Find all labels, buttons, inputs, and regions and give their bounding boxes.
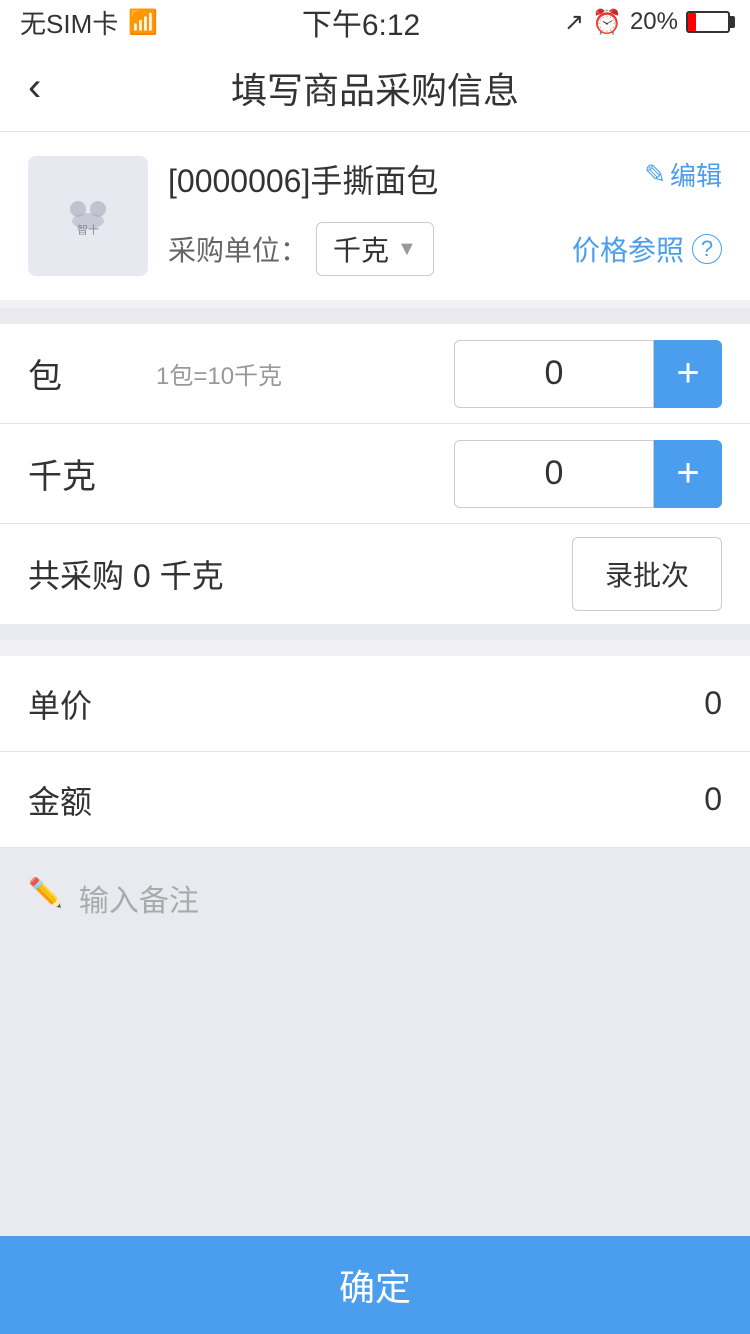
section-divider-2: [0, 624, 750, 640]
notes-placeholder: 输入备注: [79, 876, 199, 920]
summary-row: 共采购 0 千克 录批次: [0, 524, 750, 624]
kg-input-controls: +: [454, 440, 722, 508]
kg-input-row: 千克 +: [0, 424, 750, 524]
product-name: [0000006]手撕面包: [168, 156, 438, 202]
svg-text:智十: 智十: [77, 222, 99, 236]
unit-selector[interactable]: 千克 ▼: [316, 222, 434, 276]
section-divider-1: [0, 308, 750, 324]
price-section: 单价 0 金额 0: [0, 656, 750, 848]
status-left: 无SIM卡 📶: [20, 4, 158, 41]
bag-sublabel: 1包=10千克: [156, 356, 282, 391]
time-display: 下午6:12: [302, 0, 420, 44]
amount-label: 金额: [28, 777, 92, 823]
battery-percent: 20%: [630, 8, 678, 36]
bag-input-controls: +: [454, 340, 722, 408]
notes-section[interactable]: ✏️ 输入备注: [0, 848, 750, 1248]
edit-icon: ✎: [644, 159, 666, 190]
unit-price-value: 0: [704, 685, 722, 722]
edit-button[interactable]: ✎ 编辑: [644, 156, 722, 193]
status-bar: 无SIM卡 📶 下午6:12 ↗ ⏰ 20%: [0, 0, 750, 44]
summary-text: 共采购 0 千克: [28, 551, 224, 597]
input-section: 包 1包=10千克 + 千克 +: [0, 324, 750, 524]
back-button[interactable]: ‹: [28, 65, 41, 110]
confirm-button-label: 确定: [339, 1259, 411, 1311]
product-header: [0000006]手撕面包 ✎ 编辑: [168, 156, 722, 202]
battery-icon: [686, 11, 730, 33]
help-icon: ?: [692, 234, 722, 264]
unit-price-row: 单价 0: [0, 656, 750, 752]
page-title: 填写商品采购信息: [231, 62, 519, 114]
product-image: 智十: [28, 156, 148, 276]
location-icon: ↗: [564, 8, 584, 37]
kg-quantity-input[interactable]: [454, 440, 654, 508]
price-ref-link[interactable]: 价格参照 ?: [572, 229, 722, 269]
unit-price-label: 单价: [28, 681, 92, 727]
confirm-button[interactable]: 确定: [0, 1236, 750, 1334]
chevron-down-icon: ▼: [397, 238, 417, 261]
bag-plus-button[interactable]: +: [654, 340, 722, 408]
kg-label: 千克: [28, 449, 148, 498]
amount-value: 0: [704, 781, 722, 818]
product-info: [0000006]手撕面包 ✎ 编辑 采购单位： 千克 ▼ 价格参照 ?: [168, 156, 722, 276]
product-card: 智十 [0000006]手撕面包 ✎ 编辑 采购单位： 千克 ▼ 价格参照 ?: [0, 132, 750, 308]
status-right: ↗ ⏰ 20%: [564, 8, 730, 37]
nav-bar: ‹ 填写商品采购信息: [0, 44, 750, 132]
bag-input-row: 包 1包=10千克 +: [0, 324, 750, 424]
batch-button[interactable]: 录批次: [572, 537, 722, 611]
bag-quantity-input[interactable]: [454, 340, 654, 408]
kg-plus-button[interactable]: +: [654, 440, 722, 508]
wifi-icon: 📶: [128, 8, 158, 37]
carrier-text: 无SIM卡: [20, 4, 118, 41]
bag-label: 包: [28, 349, 148, 398]
pencil-icon: ✏️: [28, 876, 63, 909]
unit-label: 采购单位：: [168, 229, 308, 269]
purchase-unit-row: 采购单位： 千克 ▼ 价格参照 ?: [168, 222, 722, 276]
amount-row: 金额 0: [0, 752, 750, 848]
alarm-icon: ⏰: [592, 8, 622, 37]
